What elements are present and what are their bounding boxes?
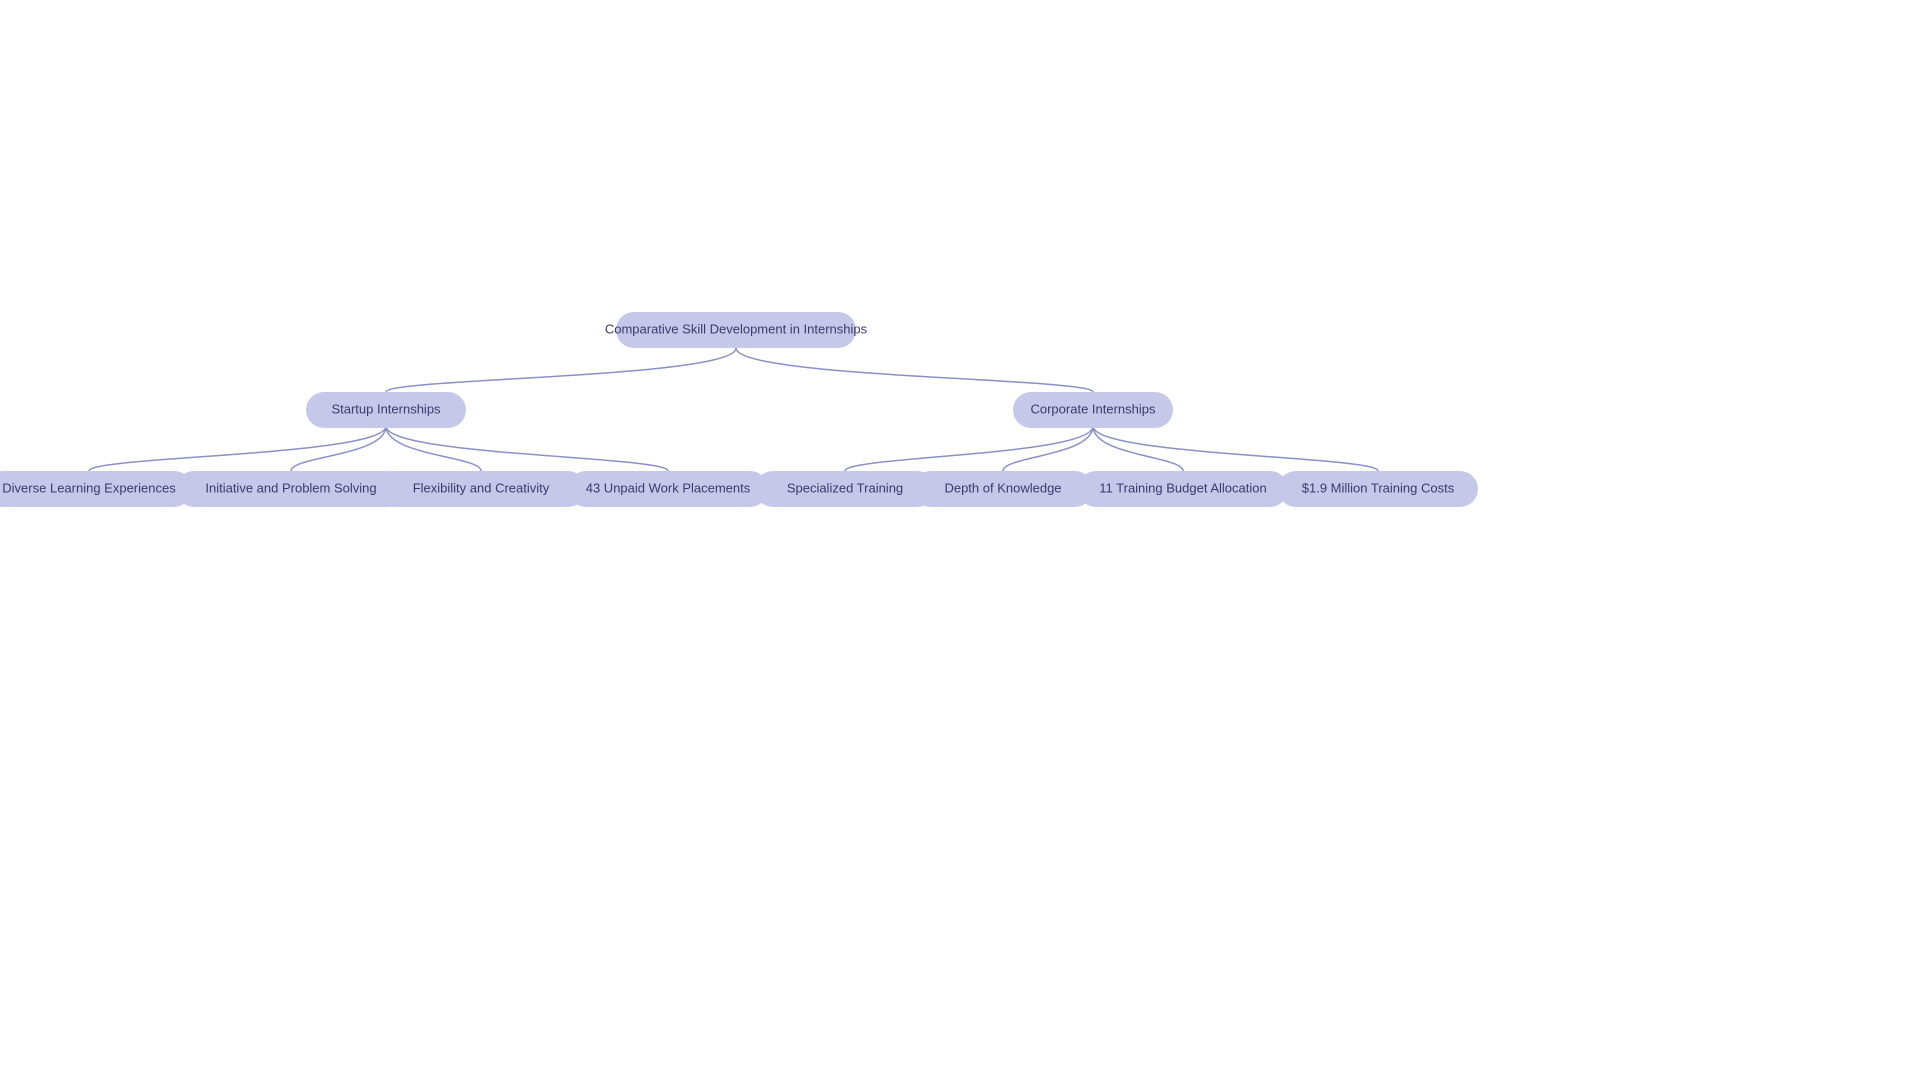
root-node-label: Comparative Skill Development in Interns… — [605, 321, 868, 336]
budget-node-label: 11 Training Budget Allocation — [1099, 480, 1266, 495]
initiative-node-label: Initiative and Problem Solving — [205, 480, 376, 495]
line-root-corporate — [736, 348, 1093, 392]
line-startup-unpaid — [386, 426, 668, 471]
startup-node-label: Startup Internships — [331, 401, 441, 416]
specialized-node-label: Specialized Training — [787, 480, 903, 495]
diagram-container: Comparative Skill Development in Interns… — [0, 0, 1920, 1083]
line-corporate-specialized — [845, 426, 1093, 471]
depth-node-label: Depth of Knowledge — [944, 480, 1061, 495]
diverse-node-label: Diverse Learning Experiences — [2, 480, 176, 495]
corporate-node-label: Corporate Internships — [1030, 401, 1156, 416]
line-corporate-costs — [1093, 426, 1378, 471]
costs-node-label: $1.9 Million Training Costs — [1302, 480, 1455, 495]
line-root-startup — [386, 348, 736, 392]
unpaid-node-label: 43 Unpaid Work Placements — [586, 480, 751, 495]
flexibility-node-label: Flexibility and Creativity — [413, 480, 550, 495]
line-startup-diverse — [89, 426, 386, 471]
